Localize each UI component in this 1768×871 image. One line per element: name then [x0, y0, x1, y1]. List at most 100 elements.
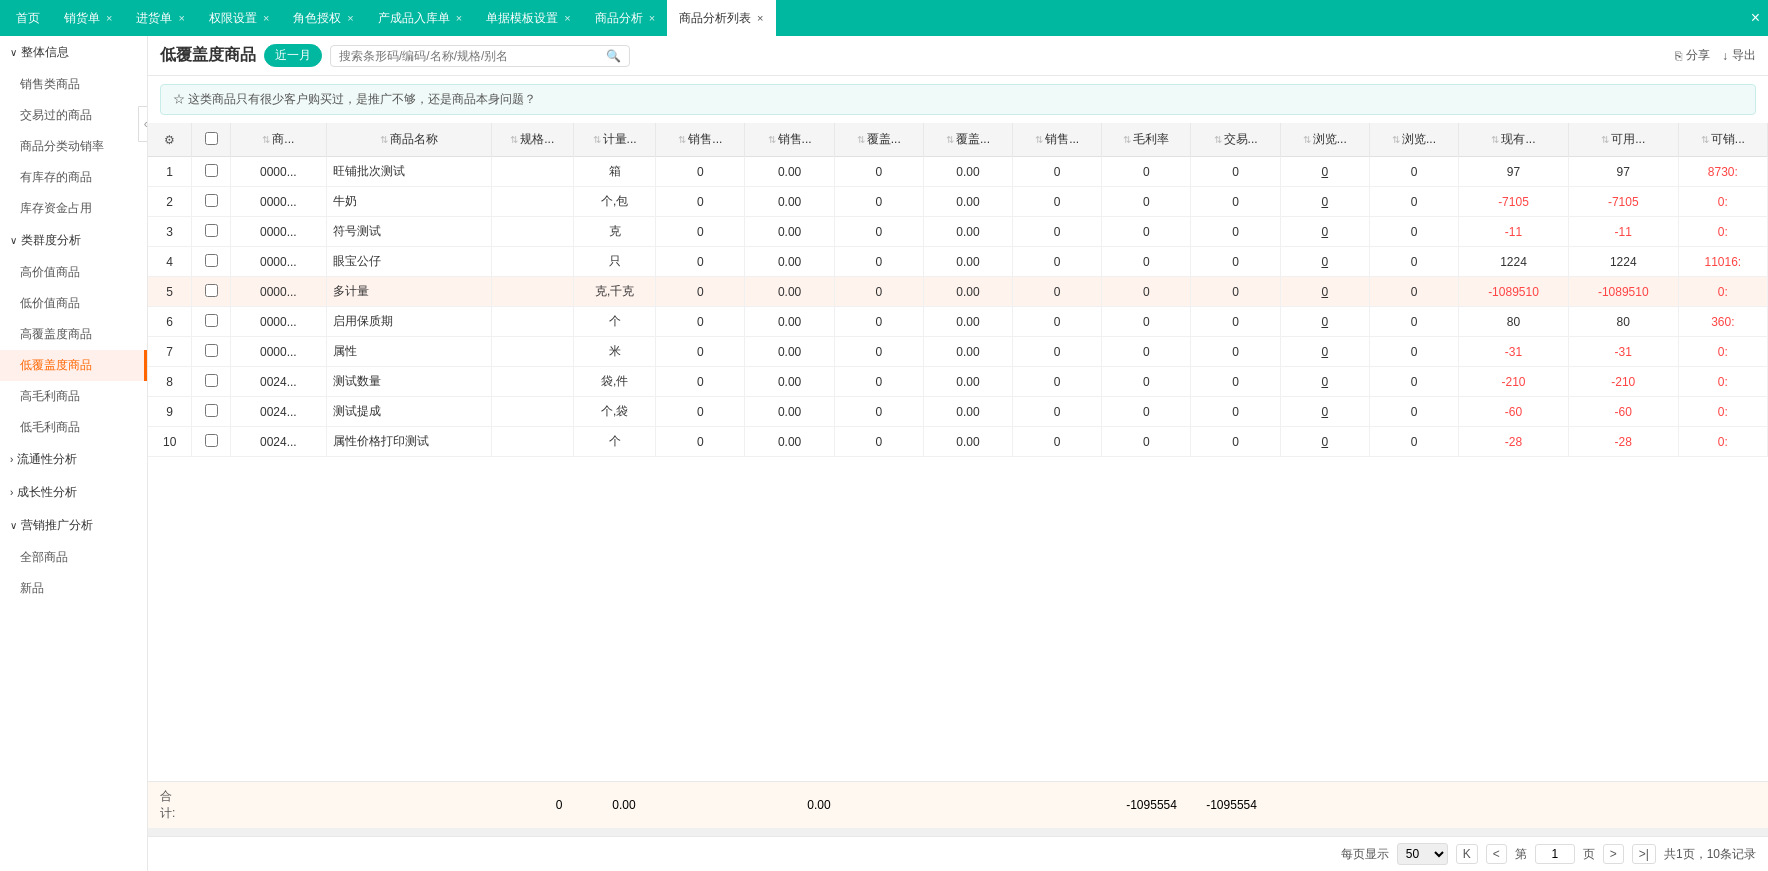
- row-checkbox-input[interactable]: [205, 284, 218, 297]
- row-checkbox-input[interactable]: [205, 374, 218, 387]
- close-permissions-tab-icon[interactable]: ×: [263, 12, 269, 24]
- row-browse1[interactable]: 0: [1280, 247, 1369, 277]
- sidebar-item-low-value[interactable]: 低价值商品: [0, 288, 147, 319]
- sidebar-item-traded-goods[interactable]: 交易过的商品: [0, 100, 147, 131]
- nav-tab-permissions[interactable]: 权限设置 ×: [197, 0, 281, 36]
- column-spec[interactable]: ⇅规格...: [491, 123, 573, 157]
- column-unit[interactable]: ⇅计量...: [573, 123, 655, 157]
- sidebar-item-sales-goods[interactable]: 销售类商品: [0, 69, 147, 100]
- row-checkbox[interactable]: [192, 397, 230, 427]
- close-sales-tab-icon[interactable]: ×: [106, 12, 112, 24]
- column-sales-qty[interactable]: ⇅销售...: [656, 123, 745, 157]
- column-sales3[interactable]: ⇅销售...: [1013, 123, 1102, 157]
- row-checkbox-input[interactable]: [205, 404, 218, 417]
- nav-tab-sales[interactable]: 销货单 ×: [52, 0, 124, 36]
- sidebar-item-all-goods[interactable]: 全部商品: [0, 542, 147, 573]
- row-browse1[interactable]: 0: [1280, 307, 1369, 337]
- nav-tab-product-analysis-list[interactable]: 商品分析列表 ×: [667, 0, 775, 36]
- column-name[interactable]: ⇅商品名称: [326, 123, 491, 157]
- row-checkbox[interactable]: [192, 157, 230, 187]
- sidebar-item-high-value[interactable]: 高价值商品: [0, 257, 147, 288]
- share-button[interactable]: ⎘ 分享: [1675, 47, 1710, 64]
- column-checkbox[interactable]: [192, 123, 230, 157]
- nav-tab-product-inbound[interactable]: 产成品入库单 ×: [366, 0, 474, 36]
- column-cov1[interactable]: ⇅覆盖...: [834, 123, 923, 157]
- row-checkbox[interactable]: [192, 277, 230, 307]
- column-browse2[interactable]: ⇅浏览...: [1369, 123, 1458, 157]
- row-checkbox-input[interactable]: [205, 344, 218, 357]
- settings-icon[interactable]: ⚙: [164, 133, 175, 147]
- sidebar-item-low-coverage[interactable]: 低覆盖度商品: [0, 350, 147, 381]
- sidebar-section-circulation[interactable]: › 流通性分析: [0, 443, 147, 476]
- sidebar-section-cluster[interactable]: ∨ 类群度分析: [0, 224, 147, 257]
- sidebar-item-high-coverage[interactable]: 高覆盖度商品: [0, 319, 147, 350]
- column-saleable[interactable]: ⇅可销...: [1678, 123, 1767, 157]
- horizontal-scrollbar[interactable]: [148, 828, 1768, 836]
- row-checkbox-input[interactable]: [205, 314, 218, 327]
- nav-tab-purchase[interactable]: 进货单 ×: [124, 0, 196, 36]
- sidebar-item-high-margin[interactable]: 高毛利商品: [0, 381, 147, 412]
- sidebar-section-growth[interactable]: › 成长性分析: [0, 476, 147, 509]
- nav-tab-template[interactable]: 单据模板设置 ×: [474, 0, 582, 36]
- row-browse1[interactable]: 0: [1280, 217, 1369, 247]
- close-purchase-tab-icon[interactable]: ×: [178, 12, 184, 24]
- sidebar-item-new-goods[interactable]: 新品: [0, 573, 147, 604]
- row-checkbox[interactable]: [192, 247, 230, 277]
- row-browse1[interactable]: 0: [1280, 187, 1369, 217]
- nav-tab-product-analysis[interactable]: 商品分析 ×: [583, 0, 667, 36]
- sidebar-section-marketing[interactable]: ∨ 营销推广分析: [0, 509, 147, 542]
- row-browse1[interactable]: 0: [1280, 427, 1369, 457]
- row-checkbox[interactable]: [192, 307, 230, 337]
- column-sales-amt[interactable]: ⇅销售...: [745, 123, 834, 157]
- column-settings[interactable]: ⚙: [148, 123, 192, 157]
- sidebar-collapse-button[interactable]: «: [138, 106, 148, 142]
- sidebar-item-inventory-capital[interactable]: 库存资金占用: [0, 193, 147, 224]
- row-browse1[interactable]: 0: [1280, 397, 1369, 427]
- row-browse1[interactable]: 0: [1280, 337, 1369, 367]
- last-page-button[interactable]: >|: [1632, 844, 1656, 864]
- sidebar-item-category-rate[interactable]: 商品分类动销率: [0, 131, 147, 162]
- sidebar-item-low-margin[interactable]: 低毛利商品: [0, 412, 147, 443]
- row-checkbox[interactable]: [192, 187, 230, 217]
- row-checkbox[interactable]: [192, 217, 230, 247]
- table-container[interactable]: ⚙ ⇅商... ⇅商品名称 ⇅规格...: [148, 123, 1768, 781]
- page-size-select[interactable]: 50 20 100: [1397, 843, 1448, 865]
- row-checkbox-input[interactable]: [205, 434, 218, 447]
- close-product-inbound-tab-icon[interactable]: ×: [456, 12, 462, 24]
- column-current[interactable]: ⇅现有...: [1459, 123, 1569, 157]
- row-checkbox[interactable]: [192, 367, 230, 397]
- sidebar-section-overall[interactable]: ∨ 整体信息: [0, 36, 147, 69]
- first-page-button[interactable]: K: [1456, 844, 1478, 864]
- row-checkbox[interactable]: [192, 427, 230, 457]
- row-browse1[interactable]: 0: [1280, 157, 1369, 187]
- search-input[interactable]: [339, 49, 602, 63]
- column-transaction[interactable]: ⇅交易...: [1191, 123, 1280, 157]
- filter-recent-month-button[interactable]: 近一月: [264, 44, 322, 67]
- row-checkbox-input[interactable]: [205, 254, 218, 267]
- prev-page-button[interactable]: <: [1486, 844, 1507, 864]
- nav-tab-roles[interactable]: 角色授权 ×: [281, 0, 365, 36]
- column-code[interactable]: ⇅商...: [230, 123, 326, 157]
- page-number-input[interactable]: [1535, 844, 1575, 864]
- sidebar-section-overall-items: 销售类商品 交易过的商品 商品分类动销率 有库存的商品 库存资金占用: [0, 69, 147, 224]
- row-browse1[interactable]: 0: [1280, 277, 1369, 307]
- nav-tab-home[interactable]: 首页: [4, 0, 52, 36]
- close-roles-tab-icon[interactable]: ×: [347, 12, 353, 24]
- sidebar-item-stocked-goods[interactable]: 有库存的商品: [0, 162, 147, 193]
- select-all-checkbox[interactable]: [205, 132, 218, 145]
- row-checkbox-input[interactable]: [205, 164, 218, 177]
- column-available[interactable]: ⇅可用...: [1568, 123, 1678, 157]
- row-checkbox-input[interactable]: [205, 194, 218, 207]
- close-product-analysis-list-tab-icon[interactable]: ×: [757, 12, 763, 24]
- column-gross[interactable]: ⇅毛利率: [1102, 123, 1191, 157]
- close-template-tab-icon[interactable]: ×: [564, 12, 570, 24]
- column-browse1[interactable]: ⇅浏览...: [1280, 123, 1369, 157]
- close-product-analysis-tab-icon[interactable]: ×: [649, 12, 655, 24]
- next-page-button[interactable]: >: [1603, 844, 1624, 864]
- close-app-button[interactable]: ×: [1751, 9, 1760, 27]
- row-checkbox[interactable]: [192, 337, 230, 367]
- column-cov2[interactable]: ⇅覆盖...: [923, 123, 1012, 157]
- row-checkbox-input[interactable]: [205, 224, 218, 237]
- row-browse1[interactable]: 0: [1280, 367, 1369, 397]
- export-button[interactable]: ↓ 导出: [1722, 47, 1756, 64]
